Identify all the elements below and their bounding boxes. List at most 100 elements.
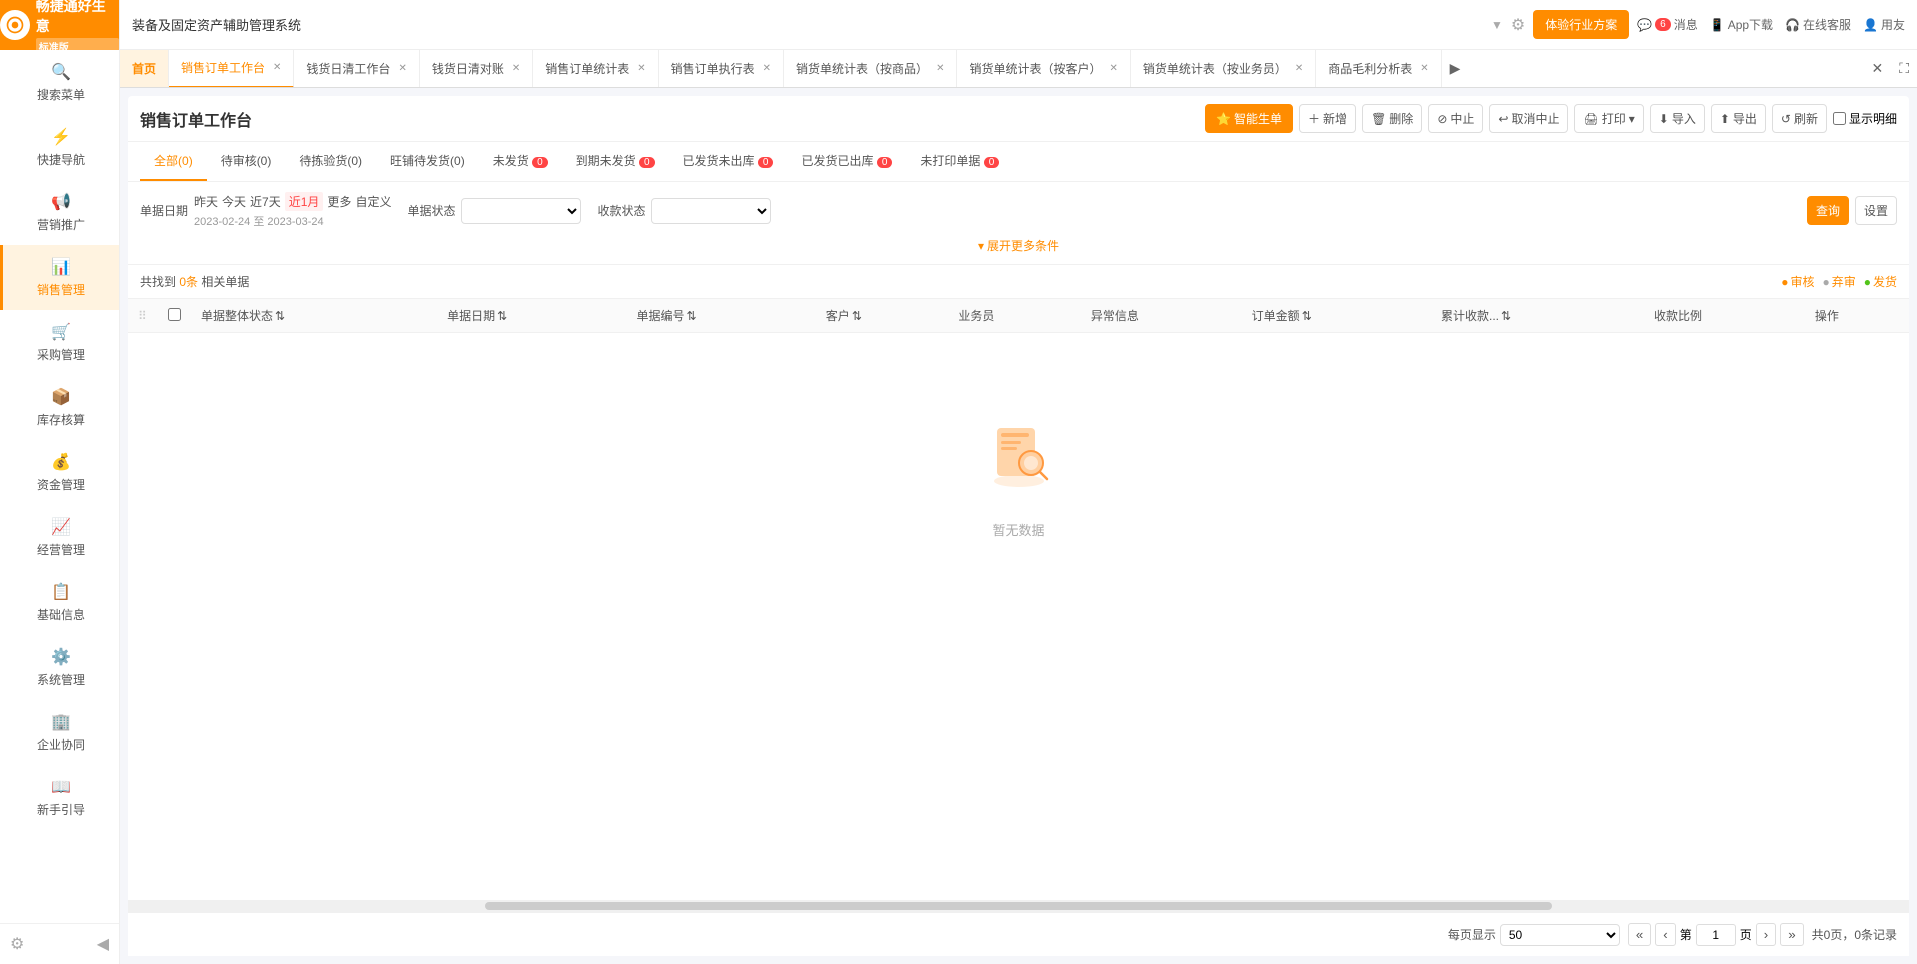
shortcut-1month[interactable]: 近1月 — [285, 192, 324, 211]
filter-tab-wangpu[interactable]: 旺铺待发货(0) — [376, 142, 479, 181]
delete-button[interactable]: 🗑 删除 — [1362, 104, 1422, 133]
show-detail-input[interactable] — [1833, 112, 1846, 125]
filter-tab-not-shipped[interactable]: 未发货 0 — [479, 142, 562, 181]
tab-home[interactable]: 首页 — [120, 50, 169, 88]
filter-tab-shipped-out[interactable]: 已发货已出库 0 — [787, 142, 906, 181]
query-button[interactable]: 查询 — [1807, 196, 1849, 225]
tab-close-by-product[interactable]: ✕ — [936, 63, 944, 74]
ship-action[interactable]: ● 发货 — [1864, 273, 1897, 290]
scrollbar-thumb[interactable] — [485, 902, 1551, 910]
export-button[interactable]: ⬆ 导出 — [1711, 104, 1766, 133]
print-button[interactable]: 🖨 打印 ▾ — [1574, 104, 1643, 133]
filter-tab-all[interactable]: 全部(0) — [140, 142, 207, 181]
add-button[interactable]: ＋ 新增 — [1299, 104, 1356, 133]
sidebar-item-sales[interactable]: 📊 销售管理 — [0, 245, 119, 310]
tab-margin-analysis[interactable]: 商品毛利分析表 ✕ — [1316, 50, 1441, 88]
tab-close-cash-daily[interactable]: ✕ — [398, 63, 406, 74]
tab-next-btn[interactable]: ▶ — [1442, 60, 1469, 77]
sort-status[interactable]: 单据整体状态 ⇅ — [201, 307, 427, 324]
sort-customer[interactable]: 客户 ⇅ — [826, 307, 939, 324]
page-prev-btn[interactable]: ‹ — [1655, 923, 1675, 946]
tab-close-cash-reconcile[interactable]: ✕ — [512, 63, 520, 74]
th-status[interactable]: 单据整体状态 ⇅ — [191, 299, 437, 333]
tab-close-sales-stats[interactable]: ✕ — [637, 63, 645, 74]
sidebar-item-finance[interactable]: 💰 资金管理 — [0, 440, 119, 505]
settings-icon[interactable]: ⚙ — [1511, 15, 1525, 35]
sidebar-item-enterprise[interactable]: 🏢 企业协同 — [0, 700, 119, 765]
sidebar-item-search[interactable]: 🔍 搜索菜单 — [0, 50, 119, 115]
collapse-icon[interactable]: ◀ — [97, 934, 109, 954]
message-btn[interactable]: 💬 6 消息 — [1637, 16, 1698, 33]
per-page-select[interactable]: 10 20 50 100 — [1500, 924, 1620, 946]
tab-sales-order[interactable]: 销售订单工作台 ✕ — [169, 50, 294, 88]
sidebar-bottom: ⚙ ◀ — [0, 923, 119, 964]
shortcut-today[interactable]: 今天 — [222, 193, 246, 210]
tab-sales-by-product[interactable]: 销货单统计表（按商品） ✕ — [784, 50, 957, 88]
filter-tab-pending-inspect[interactable]: 待拣验货(0) — [285, 142, 376, 181]
tab-close-all-btn[interactable]: ✕ — [1863, 60, 1891, 77]
shortcut-more[interactable]: 更多 — [327, 193, 351, 210]
online-service-btn[interactable]: 🎧 在线客服 — [1785, 16, 1851, 33]
sidebar-item-quicknav[interactable]: ⚡ 快捷导航 — [0, 115, 119, 180]
sidebar-item-purchase[interactable]: 🛒 采购管理 — [0, 310, 119, 375]
shortcut-yesterday[interactable]: 昨天 — [194, 193, 218, 210]
refresh-button[interactable]: ↺ 刷新 — [1772, 104, 1827, 133]
select-all-checkbox[interactable] — [168, 308, 181, 321]
tab-close-sales-order[interactable]: ✕ — [273, 62, 281, 73]
th-collected[interactable]: 累计收款... ⇅ — [1431, 299, 1644, 333]
expand-icon[interactable]: ▼ — [1491, 18, 1503, 32]
import-button[interactable]: ⬇ 导入 — [1650, 104, 1705, 133]
tab-cash-daily[interactable]: 钱货日清工作台 ✕ — [294, 50, 419, 88]
tab-sales-by-customer[interactable]: 销货单统计表（按客户） ✕ — [957, 50, 1130, 88]
filter-tab-not-printed[interactable]: 未打印单据 0 — [906, 142, 1013, 181]
sidebar-item-operations[interactable]: 📈 经营管理 — [0, 505, 119, 570]
page-last-btn[interactable]: » — [1780, 923, 1803, 946]
sort-collected[interactable]: 累计收款... ⇅ — [1441, 307, 1634, 324]
sidebar-item-marketing[interactable]: 📢 营销推广 — [0, 180, 119, 245]
tab-cash-reconcile[interactable]: 钱货日清对账 ✕ — [420, 50, 533, 88]
sidebar-item-guide[interactable]: 📖 新手引导 — [0, 765, 119, 830]
tab-sales-stats[interactable]: 销售订单统计表 ✕ — [533, 50, 658, 88]
cancel-stop-button[interactable]: ↩ 取消中止 — [1489, 104, 1568, 133]
th-customer[interactable]: 客户 ⇅ — [816, 299, 949, 333]
tab-close-by-customer[interactable]: ✕ — [1109, 63, 1117, 74]
filter-tab-shipped-not-out[interactable]: 已发货未出库 0 — [669, 142, 788, 181]
tab-sales-exec[interactable]: 销售订单执行表 ✕ — [659, 50, 784, 88]
horizontal-scrollbar[interactable] — [128, 900, 1909, 912]
tab-close-margin[interactable]: ✕ — [1420, 63, 1428, 74]
tab-close-sales-exec[interactable]: ✕ — [763, 63, 771, 74]
set-button[interactable]: 设置 — [1855, 196, 1897, 225]
review-action[interactable]: ● 审核 — [1781, 273, 1814, 290]
stop-button[interactable]: ⊘ 中止 — [1428, 104, 1483, 133]
shortcut-custom[interactable]: 自定义 — [355, 193, 391, 210]
shortcut-7days[interactable]: 近7天 — [250, 193, 281, 210]
sort-amount[interactable]: 订单金额 ⇅ — [1252, 307, 1421, 324]
th-amount[interactable]: 订单金额 ⇅ — [1242, 299, 1431, 333]
page-input[interactable] — [1696, 924, 1736, 946]
filter-tab-expired[interactable]: 到期未发货 0 — [562, 142, 669, 181]
settings-icon[interactable]: ⚙ — [10, 934, 24, 954]
unreviewed-action[interactable]: ● 弃审 — [1822, 273, 1855, 290]
app-download-btn[interactable]: 📱 App下载 — [1710, 16, 1773, 33]
show-detail-checkbox[interactable]: 显示明细 — [1833, 110, 1897, 127]
expand-conditions-button[interactable]: ▾ 展开更多条件 — [978, 237, 1059, 254]
smart-button[interactable]: ⭐ 智能生单 — [1205, 104, 1293, 133]
sidebar-item-basic[interactable]: 📋 基础信息 — [0, 570, 119, 635]
filter-tab-pending-review[interactable]: 待审核(0) — [207, 142, 286, 181]
th-checkbox[interactable] — [158, 299, 191, 333]
user-btn[interactable]: 👤 用友 — [1863, 16, 1905, 33]
th-number[interactable]: 单据编号 ⇅ — [626, 299, 815, 333]
sidebar-item-inventory[interactable]: 📦 库存核算 — [0, 375, 119, 440]
payment-select[interactable] — [651, 198, 771, 224]
status-select[interactable] — [461, 198, 581, 224]
page-first-btn[interactable]: « — [1628, 923, 1651, 946]
sort-number[interactable]: 单据编号 ⇅ — [636, 307, 805, 324]
sidebar-item-system[interactable]: ⚙️ 系统管理 — [0, 635, 119, 700]
page-next-btn[interactable]: › — [1756, 923, 1776, 946]
tab-close-by-staff[interactable]: ✕ — [1295, 63, 1303, 74]
tab-fullscreen-btn[interactable]: ⛶ — [1891, 60, 1917, 77]
sort-date[interactable]: 单据日期 ⇅ — [447, 307, 616, 324]
th-date[interactable]: 单据日期 ⇅ — [437, 299, 626, 333]
experience-button[interactable]: 体验行业方案 — [1533, 10, 1629, 39]
tab-sales-by-staff[interactable]: 销货单统计表（按业务员） ✕ — [1131, 50, 1316, 88]
